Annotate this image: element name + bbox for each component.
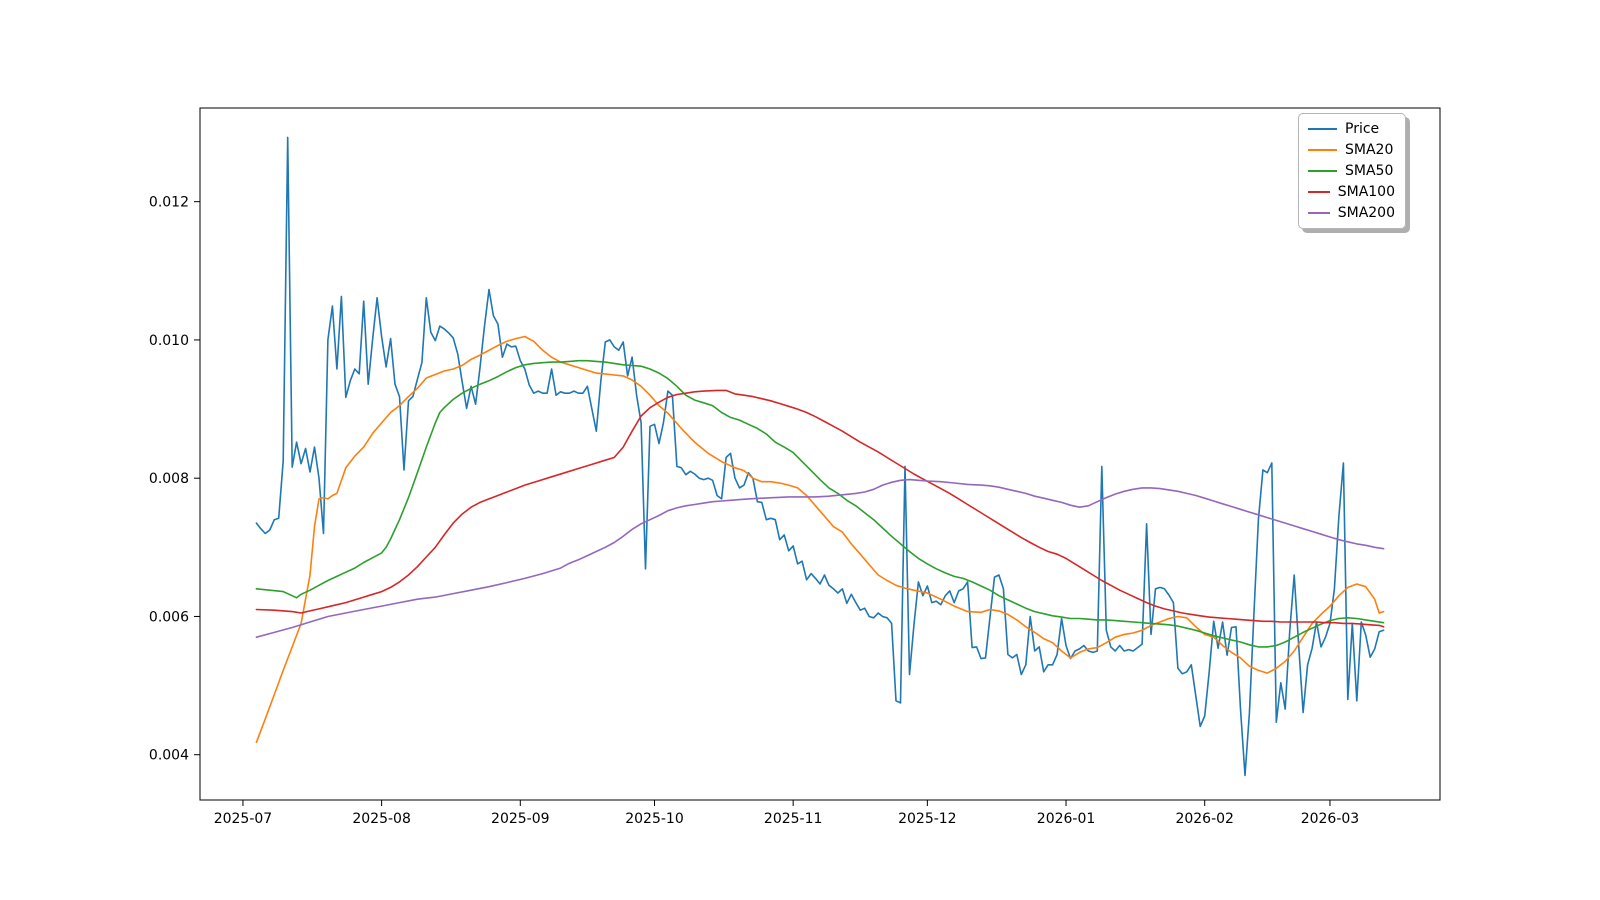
series-line-sma50 (255, 359, 1385, 648)
x-tick-label-2: 2025-09 (491, 811, 550, 827)
x-tick-label-8: 2026-03 (1301, 811, 1360, 827)
legend-label-sma50: SMA50 (1345, 163, 1394, 179)
y-tick-label-1: 0.006 (149, 609, 189, 625)
series-line-sma100 (255, 389, 1385, 628)
legend-item-sma50: SMA50 (1308, 163, 1395, 179)
series-line-sma20 (255, 335, 1385, 744)
legend-item-sma200: SMA200 (1308, 205, 1395, 221)
legend-item-sma100: SMA100 (1308, 184, 1395, 200)
y-tick-label-4: 0.012 (149, 195, 189, 211)
y-tick-label-0: 0.004 (149, 748, 189, 764)
legend-line-swatch-sma50 (1308, 170, 1337, 172)
legend-item-sma20: SMA20 (1308, 142, 1395, 158)
y-tick-label-3: 0.010 (149, 333, 189, 349)
legend: Price SMA20 SMA50 SMA100 SMA200 (1298, 113, 1406, 229)
legend-line-swatch-sma20 (1308, 149, 1337, 151)
x-tick-label-5: 2025-12 (898, 811, 957, 827)
legend-label-sma200: SMA200 (1337, 205, 1395, 221)
legend-label-sma100: SMA100 (1337, 184, 1395, 200)
legend-item-price: Price (1308, 121, 1395, 137)
legend-label-price: Price (1345, 121, 1380, 137)
x-tick-label-4: 2025-11 (764, 811, 823, 827)
x-tick-label-1: 2025-08 (352, 811, 411, 827)
legend-line-swatch-price (1308, 128, 1337, 130)
x-tick-label-0: 2025-07 (214, 811, 273, 827)
legend-label-sma20: SMA20 (1345, 142, 1394, 158)
plot-border (199, 107, 1441, 801)
series-line-price (255, 136, 1385, 777)
y-tick-label-2: 0.008 (149, 471, 189, 487)
legend-line-swatch-sma100 (1308, 191, 1330, 193)
x-tick-label-3: 2025-10 (625, 811, 684, 827)
legend-line-swatch-sma200 (1308, 212, 1330, 214)
x-tick-label-7: 2026-02 (1175, 811, 1234, 827)
x-tick-label-6: 2026-01 (1037, 811, 1096, 827)
figure: 2025-07 2025-08 2025-09 2025-10 2025-11 2025-… (0, 0, 1600, 900)
